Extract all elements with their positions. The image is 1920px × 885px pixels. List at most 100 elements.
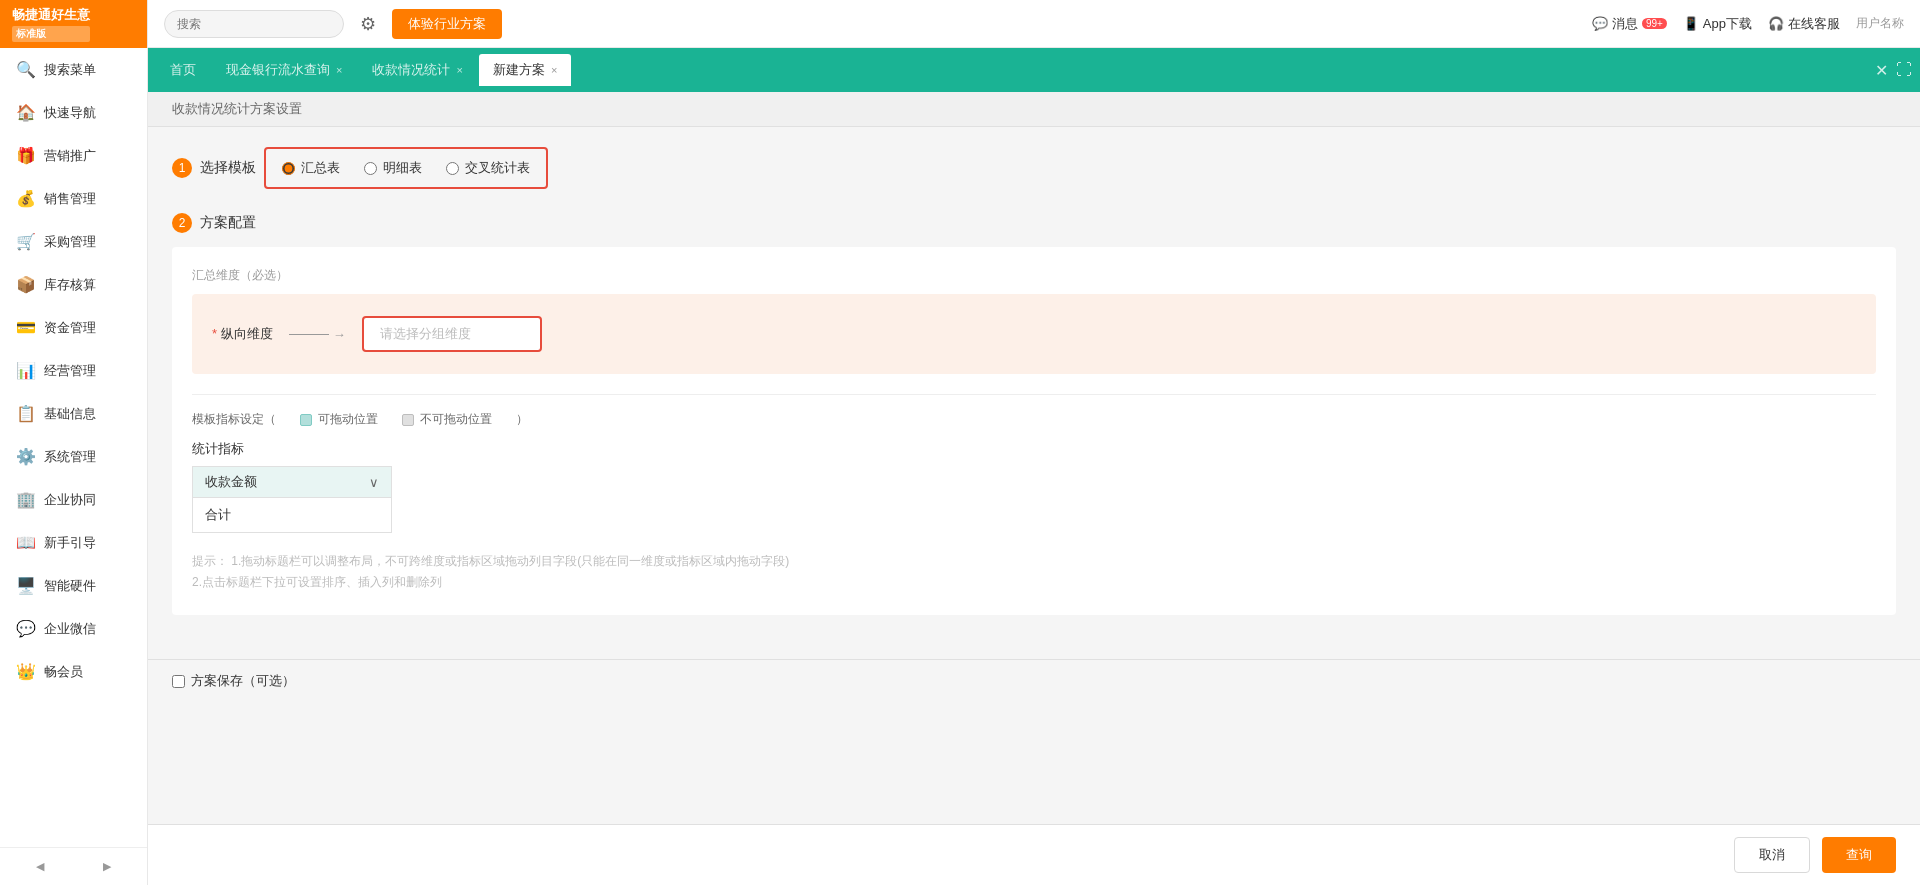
content-area: 收款情况统计方案设置 1 选择模板 汇总表 明细表 [148, 92, 1920, 824]
download-item[interactable]: 📱 App下载 [1683, 15, 1752, 33]
service-label: 在线客服 [1788, 15, 1840, 33]
sidebar-logo: 畅捷通好生意 标准版 [0, 0, 147, 48]
dimension-section: 汇总维度（必选） * 纵向维度 → [192, 267, 1876, 374]
tip-line-1: 提示： 1.拖动标题栏可以调整布局，不可跨维度或指标区域拖动列目字段(只能在同一… [192, 553, 1876, 570]
sidebar-item-inventory[interactable]: 📦 库存核算 [0, 263, 147, 306]
dimension-placeholder: 请选择分组维度 [380, 325, 471, 343]
tip-section: 提示： 1.拖动标题栏可以调整布局，不可跨维度或指标区域拖动列目字段(只能在同一… [192, 553, 1876, 591]
sidebar-item-search-menu[interactable]: 🔍 搜索菜单 [0, 48, 147, 91]
template-options: 汇总表 明细表 交叉统计表 [264, 147, 548, 189]
sidebar-icon-vip: 👑 [16, 662, 36, 681]
legend-close-paren: ） [516, 411, 528, 428]
close-window-icon[interactable]: ✕ [1875, 61, 1888, 80]
indicator-header[interactable]: 收款金额 ∨ [193, 467, 391, 498]
sidebar-item-corp-wechat[interactable]: 💬企业微信 [0, 607, 147, 650]
save-checkbox[interactable]: 方案保存（可选） [172, 672, 295, 690]
sidebar-item-fund[interactable]: 💳资金管理 [0, 306, 147, 349]
content-body: 1 选择模板 汇总表 明细表 交叉统计表 [148, 127, 1920, 659]
save-label: 方案保存（可选） [191, 672, 295, 690]
sidebar-item-marketing[interactable]: 🎁营销推广 [0, 134, 147, 177]
indicator-table: 收款金额 ∨ 合计 [192, 466, 392, 533]
tab-bank-flow[interactable]: 现金银行流水查询 × [212, 54, 356, 86]
tab-close-receipt-stats[interactable]: × [456, 64, 462, 76]
sidebar-item-new-guide[interactable]: 📖新手引导 [0, 521, 147, 564]
user-display: 用户名称 [1856, 15, 1904, 32]
sidebar-label-smart-hw: 智能硬件 [44, 577, 96, 595]
dimension-label: 汇总维度（必选） [192, 267, 1876, 284]
sidebar-icon-corp-wechat: 💬 [16, 619, 36, 638]
radio-summary[interactable]: 汇总表 [282, 159, 340, 177]
vertical-dim-label: * 纵向维度 [212, 325, 273, 343]
sidebar-item-sales[interactable]: 💰销售管理 [0, 177, 147, 220]
arrow-dash [289, 334, 329, 335]
trial-button[interactable]: 体验行业方案 [392, 9, 502, 39]
download-label: App下载 [1703, 15, 1752, 33]
sidebar-icon-inventory: 📦 [16, 275, 36, 294]
bottombar: 方案保存（可选） [148, 659, 1920, 702]
sidebar-footer-prev[interactable]: ◀ [8, 856, 72, 877]
radio-detail[interactable]: 明细表 [364, 159, 422, 177]
sidebar-item-corp-collab[interactable]: 🏢企业协同 [0, 478, 147, 521]
tabbar-actions: ✕ ⛶ [1875, 61, 1912, 80]
indicator-section: 模板指标设定（ 可拖动位置 不可拖动位置 ） 统计指标 [192, 394, 1876, 533]
sidebar-icon-base-info: 📋 [16, 404, 36, 423]
query-button[interactable]: 查询 [1822, 837, 1896, 873]
radio-summary-input[interactable] [282, 162, 295, 175]
cancel-button[interactable]: 取消 [1734, 837, 1810, 873]
service-item[interactable]: 🎧 在线客服 [1768, 15, 1840, 33]
save-checkbox-input[interactable] [172, 675, 185, 688]
sidebar-item-smart-hw[interactable]: 🖥️ 智能硬件 [0, 564, 147, 607]
message-icon: 💬 [1592, 16, 1608, 31]
breadcrumb: 收款情况统计方案设置 [148, 92, 1920, 127]
sidebar-item-operation[interactable]: 📊经营管理 [0, 349, 147, 392]
tab-receipt-stats[interactable]: 收款情况统计× [358, 54, 476, 86]
dimension-grid: * 纵向维度 → 请选择分组维度 [192, 294, 1876, 374]
radio-cross[interactable]: 交叉统计表 [446, 159, 530, 177]
service-icon: 🎧 [1768, 16, 1784, 31]
sidebar-item-purchase[interactable]: 🛒采购管理 [0, 220, 147, 263]
sidebar-item-sys-mgmt[interactable]: ⚙️系统管理 [0, 435, 147, 478]
topbar: ⚙ 体验行业方案 💬 消息 99+ 📱 App下载 🎧 在线客服 用户名称 [148, 0, 1920, 48]
sidebar-footer-next[interactable]: ▶ [76, 856, 140, 877]
sidebar-label-inventory: 库存核算 [44, 276, 96, 294]
logo-text: 畅捷通好生意 [12, 6, 90, 24]
tab-close-new-plan[interactable]: × [551, 64, 557, 76]
dimension-selector[interactable]: 请选择分组维度 [362, 316, 542, 352]
sidebar-footer: ◀ ▶ [0, 847, 147, 885]
radio-detail-input[interactable] [364, 162, 377, 175]
step2-header: 2 方案配置 [172, 213, 1896, 233]
tab-label-bank-flow: 现金银行流水查询 [226, 61, 330, 79]
dropdown-icon[interactable]: ∨ [369, 475, 379, 490]
required-star: * [212, 326, 217, 341]
settings-icon[interactable]: ⚙ [360, 13, 376, 35]
radio-summary-label: 汇总表 [301, 159, 340, 177]
sidebar-label-vip: 畅会员 [44, 663, 83, 681]
sidebar-icon-search-menu: 🔍 [16, 60, 36, 79]
step2-section: 2 方案配置 汇总维度（必选） * 纵向维度 [172, 213, 1896, 615]
indicator-header-label: 收款金额 [205, 473, 257, 491]
sidebar-item-base-info[interactable]: 📋基础信息 [0, 392, 147, 435]
tab-close-bank-flow[interactable]: × [336, 64, 342, 76]
indicator-cell-total: 合计 [193, 498, 391, 532]
step1-section: 1 选择模板 汇总表 明细表 交叉统计表 [172, 147, 1896, 189]
tab-label-home: 首页 [170, 61, 196, 79]
sidebar-label-marketing: 营销推广 [44, 147, 96, 165]
expand-window-icon[interactable]: ⛶ [1896, 61, 1912, 80]
radio-detail-label: 明细表 [383, 159, 422, 177]
search-input[interactable] [164, 10, 344, 38]
tab-label-new-plan: 新建方案 [493, 61, 545, 79]
sidebar-icon-smart-hw: 🖥️ [16, 576, 36, 595]
sidebar-icon-sales: 💰 [16, 189, 36, 208]
sidebar-item-quick-nav[interactable]: 🏠快速导航 [0, 91, 147, 134]
notification-item[interactable]: 💬 消息 99+ [1592, 15, 1667, 33]
sidebar-label-search-menu: 搜索菜单 [44, 61, 96, 79]
tab-new-plan[interactable]: 新建方案 × [479, 54, 571, 86]
sidebar-icon-fund: 💳 [16, 318, 36, 337]
sidebar-label-quick-nav: 快速导航 [44, 104, 96, 122]
arrow-line: → [289, 327, 346, 342]
sidebar-item-vip[interactable]: 👑 畅会员 [0, 650, 147, 693]
radio-cross-input[interactable] [446, 162, 459, 175]
version-badge: 标准版 [12, 26, 90, 42]
step2-title: 方案配置 [200, 214, 256, 232]
tab-home[interactable]: 首页 [156, 54, 210, 86]
